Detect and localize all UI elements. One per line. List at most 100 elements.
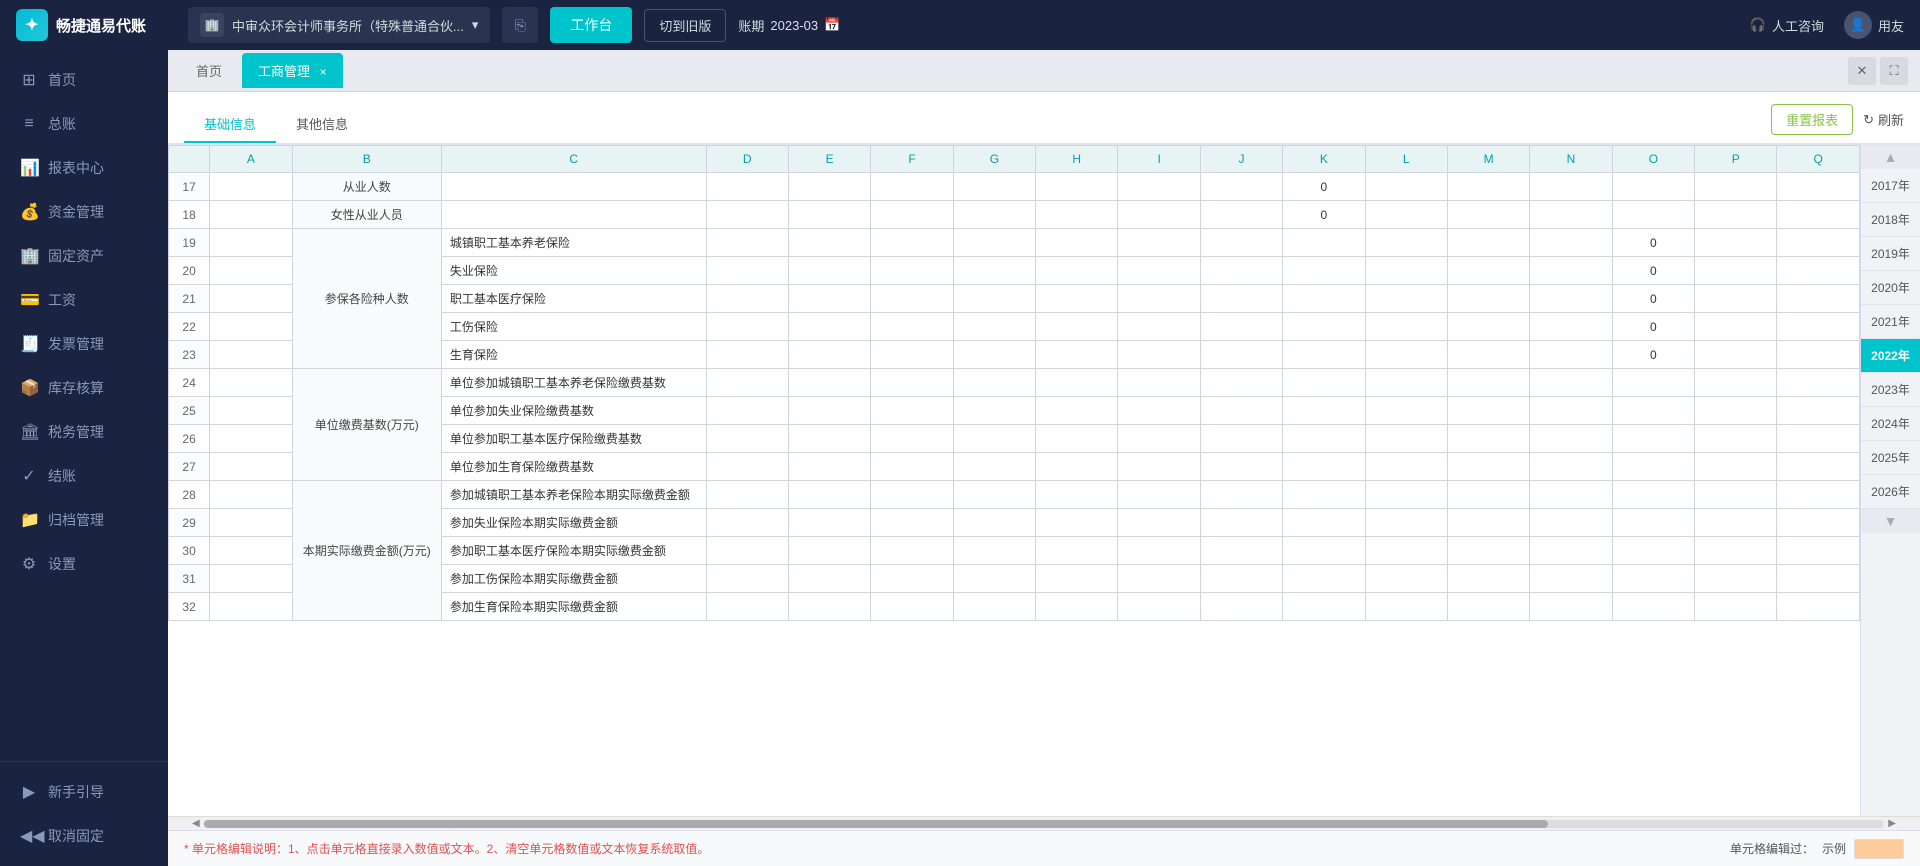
cell-c-label[interactable]: 职工基本医疗保险 <box>441 285 706 313</box>
cell-j[interactable] <box>1200 257 1282 285</box>
cell-q[interactable] <box>1777 313 1860 341</box>
sidebar-item-invoice[interactable]: 🧾 发票管理 <box>0 322 168 366</box>
year-item[interactable]: 2024年 <box>1861 407 1920 441</box>
cell-i[interactable] <box>1118 173 1200 201</box>
cell-l[interactable] <box>1365 313 1447 341</box>
cell-q[interactable] <box>1777 257 1860 285</box>
scroll-right-icon[interactable]: ▶ <box>1884 818 1900 829</box>
cell-l[interactable] <box>1365 425 1447 453</box>
cell-c-label[interactable]: 参加失业保险本期实际缴费金额 <box>441 509 706 537</box>
cell-e[interactable] <box>788 397 870 425</box>
cell-n[interactable] <box>1530 173 1612 201</box>
cell-i[interactable] <box>1118 453 1200 481</box>
cell-a[interactable] <box>210 285 292 313</box>
tab-home[interactable]: 首页 <box>180 53 238 88</box>
refresh-button[interactable]: ↻ 刷新 <box>1863 110 1904 129</box>
cell-q[interactable] <box>1777 537 1860 565</box>
sub-tab-other[interactable]: 其他信息 <box>276 106 368 143</box>
cell-o[interactable] <box>1612 201 1694 229</box>
cell-g[interactable] <box>953 313 1035 341</box>
cell-h[interactable] <box>1036 313 1118 341</box>
cell-e[interactable] <box>788 593 870 621</box>
cell-q[interactable] <box>1777 565 1860 593</box>
cell-i[interactable] <box>1118 425 1200 453</box>
cell-e[interactable] <box>788 369 870 397</box>
cell-l[interactable] <box>1365 341 1447 369</box>
cell-i[interactable] <box>1118 257 1200 285</box>
cell-k[interactable] <box>1283 369 1365 397</box>
cell-k[interactable] <box>1283 481 1365 509</box>
cell-k[interactable] <box>1283 593 1365 621</box>
cell-f[interactable] <box>871 257 953 285</box>
cell-o[interactable]: 0 <box>1612 229 1694 257</box>
cell-h[interactable] <box>1036 397 1118 425</box>
cell-e[interactable] <box>788 341 870 369</box>
cell-n[interactable] <box>1530 201 1612 229</box>
copy-icon[interactable]: ⎘ <box>502 7 538 43</box>
cell-j[interactable] <box>1200 565 1282 593</box>
company-selector[interactable]: 🏢 中审众环会计师事务所（特殊普通合伙... ▾ <box>188 7 490 43</box>
cell-q[interactable] <box>1777 481 1860 509</box>
cell-m[interactable] <box>1447 201 1529 229</box>
cell-d[interactable] <box>706 425 788 453</box>
cell-j[interactable] <box>1200 397 1282 425</box>
sidebar-item-unpin[interactable]: ◀◀ 取消固定 <box>0 814 168 858</box>
year-item[interactable]: 2021年 <box>1861 305 1920 339</box>
sidebar-item-ledger[interactable]: ≡ 总账 <box>0 102 168 146</box>
cell-p[interactable] <box>1695 453 1777 481</box>
sidebar-item-inventory[interactable]: 📦 库存核算 <box>0 366 168 410</box>
cell-h[interactable] <box>1036 593 1118 621</box>
cell-b-label[interactable]: 参保各险种人数 <box>292 229 441 369</box>
cell-q[interactable] <box>1777 201 1860 229</box>
year-item[interactable]: 2022年 <box>1861 339 1920 373</box>
cell-a[interactable] <box>210 481 292 509</box>
tab-close-icon[interactable]: × <box>320 65 327 79</box>
cell-m[interactable] <box>1447 565 1529 593</box>
cell-o[interactable] <box>1612 369 1694 397</box>
cell-c-label[interactable]: 城镇职工基本养老保险 <box>441 229 706 257</box>
cell-h[interactable] <box>1036 537 1118 565</box>
cell-h[interactable] <box>1036 229 1118 257</box>
cell-f[interactable] <box>871 313 953 341</box>
cell-g[interactable] <box>953 425 1035 453</box>
cell-a[interactable] <box>210 229 292 257</box>
year-item[interactable]: 2019年 <box>1861 237 1920 271</box>
cell-j[interactable] <box>1200 341 1282 369</box>
switch-version-button[interactable]: 切到旧版 <box>644 9 726 42</box>
cell-d[interactable] <box>706 481 788 509</box>
cell-o[interactable] <box>1612 453 1694 481</box>
cell-q[interactable] <box>1777 369 1860 397</box>
sidebar-item-reports[interactable]: 📊 报表中心 <box>0 146 168 190</box>
cell-d[interactable] <box>706 173 788 201</box>
horizontal-scrollbar[interactable]: ◀ ▶ <box>168 816 1920 830</box>
cell-o[interactable] <box>1612 173 1694 201</box>
cell-d[interactable] <box>706 201 788 229</box>
cell-a[interactable] <box>210 369 292 397</box>
cell-c-label[interactable]: 工伤保险 <box>441 313 706 341</box>
cell-n[interactable] <box>1530 341 1612 369</box>
cell-g[interactable] <box>953 397 1035 425</box>
cell-a[interactable] <box>210 537 292 565</box>
cell-f[interactable] <box>871 425 953 453</box>
cell-h[interactable] <box>1036 173 1118 201</box>
cell-e[interactable] <box>788 285 870 313</box>
cell-m[interactable] <box>1447 173 1529 201</box>
cell-p[interactable] <box>1695 173 1777 201</box>
cell-p[interactable] <box>1695 201 1777 229</box>
cell-p[interactable] <box>1695 229 1777 257</box>
cell-o[interactable]: 0 <box>1612 341 1694 369</box>
cell-k[interactable] <box>1283 425 1365 453</box>
cell-k[interactable] <box>1283 537 1365 565</box>
sidebar-item-tax[interactable]: 🏛 税务管理 <box>0 410 168 454</box>
year-item[interactable]: 2018年 <box>1861 203 1920 237</box>
cell-h[interactable] <box>1036 341 1118 369</box>
cell-e[interactable] <box>788 173 870 201</box>
cell-d[interactable] <box>706 453 788 481</box>
cell-d[interactable] <box>706 397 788 425</box>
cell-l[interactable] <box>1365 369 1447 397</box>
sidebar-item-home[interactable]: ⊞ 首页 <box>0 58 168 102</box>
cell-p[interactable] <box>1695 537 1777 565</box>
cell-d[interactable] <box>706 565 788 593</box>
cell-n[interactable] <box>1530 369 1612 397</box>
cell-l[interactable] <box>1365 173 1447 201</box>
